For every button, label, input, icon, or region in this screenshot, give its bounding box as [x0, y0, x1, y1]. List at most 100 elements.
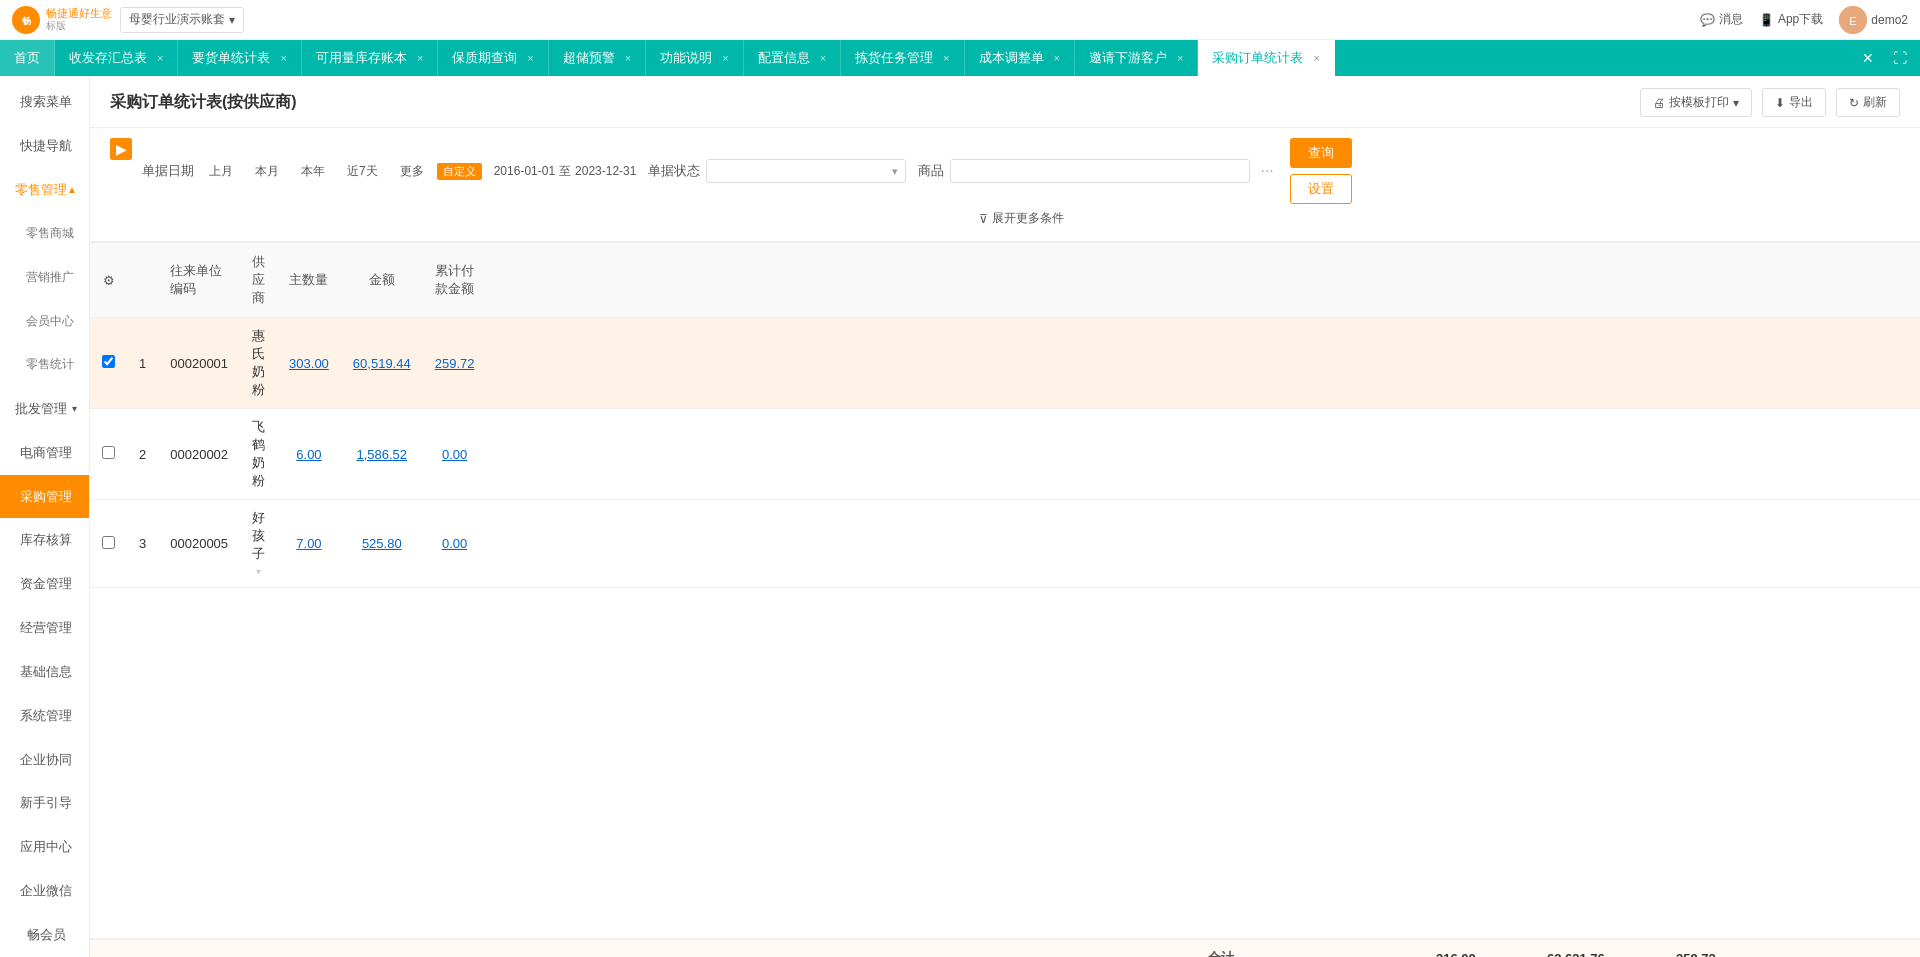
- row-paid-amount[interactable]: 0.00: [423, 500, 487, 588]
- tab-overstock-warning[interactable]: 超储预警 ×: [549, 40, 646, 76]
- date-shortcut-last-month[interactable]: 上月: [200, 160, 242, 183]
- tab-invite-downstream[interactable]: 邀请下游客户 ×: [1075, 40, 1198, 76]
- filter-toggle-button[interactable]: ▶: [110, 138, 132, 160]
- sidebar-item-new-guide[interactable]: 新手引导: [0, 782, 89, 826]
- sidebar-item-marketing[interactable]: 营销推广: [0, 255, 89, 299]
- row-supplier: 好孩子 ▾: [240, 500, 277, 588]
- expand-tab-icon[interactable]: ⛶: [1888, 46, 1912, 70]
- row-checkbox[interactable]: [90, 409, 127, 500]
- sidebar-item-retail[interactable]: 零售管理 ▲: [0, 168, 89, 212]
- custom-date-badge: 自定义: [437, 163, 482, 180]
- status-select[interactable]: [706, 159, 906, 183]
- sidebar-item-search[interactable]: 搜索菜单: [0, 80, 89, 124]
- close-icon[interactable]: ×: [625, 52, 631, 64]
- sidebar-item-inventory[interactable]: 库存核算: [0, 518, 89, 562]
- row-main-qty[interactable]: 303.00: [277, 318, 341, 409]
- sidebar-item-member[interactable]: 会员中心: [0, 299, 89, 343]
- row-checkbox[interactable]: [90, 318, 127, 409]
- query-actions: 查询 设置: [1290, 138, 1352, 204]
- close-icon[interactable]: ×: [943, 52, 949, 64]
- row-checkbox[interactable]: [90, 500, 127, 588]
- tab-order-summary[interactable]: 要货单统计表 ×: [178, 40, 301, 76]
- refresh-button[interactable]: ↻ 刷新: [1836, 88, 1900, 117]
- sidebar-item-vip[interactable]: 畅会员: [0, 913, 89, 957]
- tab-home[interactable]: 首页: [0, 40, 55, 76]
- close-tab-icon[interactable]: ✕: [1856, 46, 1880, 70]
- close-icon[interactable]: ×: [722, 52, 728, 64]
- date-shortcut-this-month[interactable]: 本月: [246, 160, 288, 183]
- logo-area: 畅 畅捷通好生意 标版: [12, 6, 112, 34]
- close-icon[interactable]: ×: [417, 52, 423, 64]
- table-header-row: ⚙ 往来单位编码 供应商 主数量 金额 累计付款金额: [90, 243, 1920, 318]
- close-icon[interactable]: ×: [1177, 52, 1183, 64]
- sidebar-item-ecommerce[interactable]: 电商管理: [0, 431, 89, 475]
- close-icon[interactable]: ×: [820, 52, 826, 64]
- row-amount[interactable]: 60,519.44: [341, 318, 423, 409]
- sidebar-item-sys-mgmt[interactable]: 系统管理: [0, 694, 89, 738]
- footer-table: 合计 316.00 62,631.76 259.72: [90, 940, 1920, 957]
- date-shortcuts: 上月 本月 本年 近7天 更多 自定义: [200, 160, 482, 183]
- tab-expiry-query[interactable]: 保质期查询 ×: [438, 40, 548, 76]
- message-button[interactable]: 💬 消息: [1700, 11, 1743, 28]
- row-empty: [486, 409, 1920, 500]
- table-row[interactable]: 3 00020005 好孩子 ▾ 7.00 525.80 0.00: [90, 500, 1920, 588]
- status-filter-group: 单据状态: [648, 159, 906, 183]
- sidebar-item-retail-stats[interactable]: 零售统计: [0, 343, 89, 387]
- close-icon[interactable]: ×: [157, 52, 163, 64]
- row-index: 3: [127, 500, 158, 588]
- sidebar-item-quick-nav[interactable]: 快捷导航: [0, 124, 89, 168]
- tab-receive-summary[interactable]: 收发存汇总表 ×: [55, 40, 178, 76]
- sidebar-item-retail-mall[interactable]: 零售商城: [0, 212, 89, 256]
- tab-cost-adjust[interactable]: 成本调整单 ×: [965, 40, 1075, 76]
- row-index: 2: [127, 409, 158, 500]
- tab-function-desc[interactable]: 功能说明 ×: [646, 40, 743, 76]
- sidebar-item-basic-info[interactable]: 基础信息: [0, 650, 89, 694]
- tab-available-stock[interactable]: 可用量库存账本 ×: [302, 40, 438, 76]
- close-icon[interactable]: ×: [280, 52, 286, 64]
- footer-total-label: 合计: [1196, 940, 1396, 957]
- table-row[interactable]: 1 00020001 惠氏奶粉 303.00 60,519.44 259.72: [90, 318, 1920, 409]
- row-amount[interactable]: 1,586.52: [341, 409, 423, 500]
- app-download-button[interactable]: 📱 App下载: [1759, 11, 1823, 28]
- message-icon: 💬: [1700, 13, 1715, 27]
- close-icon[interactable]: ×: [1313, 52, 1319, 64]
- template-print-button[interactable]: 🖨 按模板打印 ▾: [1640, 88, 1752, 117]
- goods-more-button[interactable]: ···: [1256, 162, 1277, 180]
- close-icon[interactable]: ×: [527, 52, 533, 64]
- amount-col-header: 金额: [341, 243, 423, 318]
- tab-config-info[interactable]: 配置信息 ×: [744, 40, 841, 76]
- expand-filter-button[interactable]: ⊽ 展开更多条件: [979, 210, 1064, 227]
- status-select-wrapper: [706, 159, 906, 183]
- sidebar-item-app-center[interactable]: 应用中心: [0, 825, 89, 869]
- row-paid-amount[interactable]: 259.72: [423, 318, 487, 409]
- sidebar-item-capital[interactable]: 资金管理: [0, 562, 89, 606]
- date-shortcut-7days[interactable]: 近7天: [338, 160, 387, 183]
- table-row[interactable]: 2 00020002 飞鹤奶粉 6.00 1,586.52 0.00: [90, 409, 1920, 500]
- user-menu[interactable]: E demo2: [1839, 6, 1908, 34]
- footer-label: [170, 940, 1196, 957]
- date-shortcut-this-year[interactable]: 本年: [292, 160, 334, 183]
- phone-icon: 📱: [1759, 13, 1774, 27]
- sidebar-item-enterprise-wechat[interactable]: 企业微信: [0, 869, 89, 913]
- goods-filter-group: 商品 ···: [918, 159, 1277, 183]
- code-col-header: 往来单位编码: [158, 243, 240, 318]
- row-supplier: 惠氏奶粉: [240, 318, 277, 409]
- goods-input[interactable]: [950, 159, 1250, 183]
- settings-button[interactable]: 设置: [1290, 174, 1352, 204]
- row-main-qty[interactable]: 6.00: [277, 409, 341, 500]
- settings-icon[interactable]: ⚙: [103, 273, 115, 288]
- row-amount[interactable]: 525.80: [341, 500, 423, 588]
- tab-purchase-summary[interactable]: 采购订单统计表 ×: [1198, 40, 1334, 76]
- sidebar-item-wholesale[interactable]: 批发管理 ▾: [0, 387, 89, 431]
- date-shortcut-more[interactable]: 更多: [391, 160, 433, 183]
- tab-pick-task[interactable]: 拣货任务管理 ×: [841, 40, 964, 76]
- row-paid-amount[interactable]: 0.00: [423, 409, 487, 500]
- close-icon[interactable]: ×: [1054, 52, 1060, 64]
- export-button[interactable]: ⬇ 导出: [1762, 88, 1826, 117]
- sidebar-item-operation[interactable]: 经营管理: [0, 606, 89, 650]
- workspace-selector[interactable]: 母婴行业演示账套 ▾: [120, 7, 244, 33]
- row-main-qty[interactable]: 7.00: [277, 500, 341, 588]
- sidebar-item-purchase[interactable]: 采购管理: [0, 475, 89, 519]
- query-button[interactable]: 查询: [1290, 138, 1352, 168]
- sidebar-item-enterprise[interactable]: 企业协同: [0, 738, 89, 782]
